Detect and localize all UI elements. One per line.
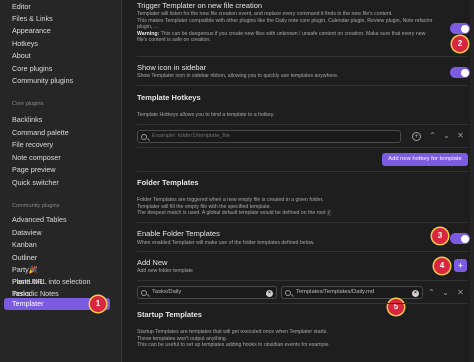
sidebar-item-outliner[interactable]: Outliner (12, 252, 37, 263)
sidebar-section-community: Community plugins (12, 203, 60, 209)
root-path-code: / (327, 210, 331, 216)
divider (137, 171, 467, 172)
sidebar-item-community-plugins[interactable]: Community plugins (12, 75, 73, 86)
move-up-icon[interactable]: ⌃ (428, 131, 437, 140)
trigger-setting-title: Trigger Templater on new file creation (137, 1, 263, 10)
sidebar-item-backlinks[interactable]: Backlinks (12, 114, 42, 125)
enable-folder-templates-toggle[interactable] (450, 233, 470, 244)
sidebar-item-file-recovery[interactable]: File recovery (12, 139, 53, 150)
search-icon (141, 133, 147, 140)
divider (137, 124, 467, 125)
add-folder-template-button[interactable]: + (454, 259, 467, 272)
divider (137, 147, 467, 148)
callout-badge-3: 3 (432, 228, 448, 244)
divider (137, 222, 467, 223)
delete-icon[interactable]: ✕ (456, 131, 465, 140)
divider (137, 251, 467, 252)
folder-path-value: Tasks/Daily (152, 289, 182, 295)
add-new-desc: Add new folder template (137, 268, 193, 274)
trigger-desc-2: This makes Templater compatible with oth… (137, 17, 433, 24)
hotkey-template-placeholder: Example: folder1/template_file (152, 133, 230, 139)
callout-badge-4: 4 (434, 258, 450, 274)
move-down-icon[interactable]: ⌄ (442, 131, 451, 140)
folder-desc-3-text: The deepest match is used. A global defa… (137, 210, 326, 216)
sidebar-item-editor[interactable]: Editor (12, 1, 31, 12)
folder-path-input[interactable]: Tasks/Daily × (137, 286, 277, 299)
startup-desc-1: Startup Templates are templates that wil… (137, 329, 328, 335)
add-new-title: Add New (137, 258, 168, 267)
startup-templates-heading: Startup Templates (137, 310, 202, 319)
startup-desc-2: These templates won't output anything. (137, 335, 228, 342)
sidebar-item-party[interactable]: Party🎉 (12, 264, 38, 275)
sidebar-item-hotkeys[interactable]: Hotkeys (12, 38, 38, 49)
show-icon-desc: Show Templater icon in sidebar ribbon, a… (137, 73, 339, 79)
folder-desc-1: Folder Templates are triggered when a ne… (137, 197, 324, 203)
clear-icon[interactable]: × (266, 289, 273, 297)
sidebar-item-kanban[interactable]: Kanban (12, 239, 37, 250)
sidebar-item-note-composer[interactable]: Note composer (12, 152, 61, 163)
clear-icon[interactable]: × (412, 289, 419, 297)
callout-badge-2: 2 (452, 36, 468, 52)
sidebar-item-dataview[interactable]: Dataview (12, 227, 42, 238)
trigger-desc-5: file's content is safe on creation. (137, 37, 211, 43)
sidebar-item-files-links[interactable]: Files & Links (12, 13, 53, 24)
divider (137, 303, 467, 304)
search-icon (141, 289, 147, 296)
hotkey-template-input[interactable]: Example: folder1/template_file (137, 130, 401, 143)
template-path-value: Templates/Templates/Daily.md (296, 289, 375, 295)
show-icon-toggle[interactable] (450, 67, 470, 78)
callout-badge-1: 1 (90, 296, 106, 312)
move-up-icon[interactable]: ⌃ (427, 288, 436, 297)
sidebar-item-core-plugins[interactable]: Core plugins (12, 63, 52, 74)
startup-desc-3: This can be useful to set up templates a… (137, 342, 330, 348)
search-icon (285, 289, 291, 296)
warning-text: This can be dangerous if you create new … (159, 30, 426, 37)
sidebar-section-core: Core plugins (12, 101, 44, 107)
trigger-desc-1: Templater will listen for the new file c… (137, 11, 393, 17)
template-hotkeys-desc: Template Hotkeys allows you to bind a te… (137, 112, 275, 118)
sidebar-item-plantuml[interactable]: PlantUML (12, 276, 44, 287)
move-down-icon[interactable]: ⌄ (441, 288, 450, 297)
template-path-input[interactable]: Templates/Templates/Daily.md × (281, 286, 423, 299)
trigger-warning: Warning: This can be dangerous if you cr… (137, 31, 425, 37)
sidebar-item-about[interactable]: About (12, 50, 31, 61)
add-hotkey-icon[interactable]: + (412, 132, 421, 141)
folder-templates-heading: Folder Templates (137, 178, 199, 187)
enable-folder-templates-desc: When enabled Templater will make use of … (137, 240, 315, 246)
add-hotkey-button[interactable]: Add new hotkey for template (382, 153, 468, 166)
divider (137, 85, 467, 86)
enable-folder-templates-title: Enable Folder Templates (137, 229, 220, 238)
sidebar-item-label: Templater (12, 299, 44, 308)
sidebar-item-page-preview[interactable]: Page preview (12, 164, 56, 175)
folder-desc-2: Templater will fill the empty file with … (137, 203, 272, 210)
callout-badge-5: 5 (388, 299, 404, 315)
divider (137, 56, 467, 57)
trigger-toggle[interactable] (450, 23, 470, 34)
divider (137, 280, 467, 281)
sidebar-item-command-palette[interactable]: Command palette (12, 127, 69, 138)
folder-desc-3: The deepest match is used. A global defa… (137, 210, 331, 216)
trigger-desc-3: plugin, ... (137, 24, 159, 30)
sidebar-item-appearance[interactable]: Appearance (12, 25, 51, 36)
sidebar-item-quick-switcher[interactable]: Quick switcher (12, 177, 59, 188)
scrollbar[interactable] (470, 0, 474, 362)
delete-icon[interactable]: ✕ (456, 288, 465, 297)
settings-content: Trigger Templater on new file creation T… (123, 0, 474, 362)
warning-label: Warning: (137, 30, 160, 37)
show-icon-setting-title: Show icon in sidebar (137, 63, 207, 72)
sidebar-item-advanced-tables[interactable]: Advanced Tables (12, 214, 67, 225)
template-hotkeys-heading: Template Hotkeys (137, 93, 201, 102)
